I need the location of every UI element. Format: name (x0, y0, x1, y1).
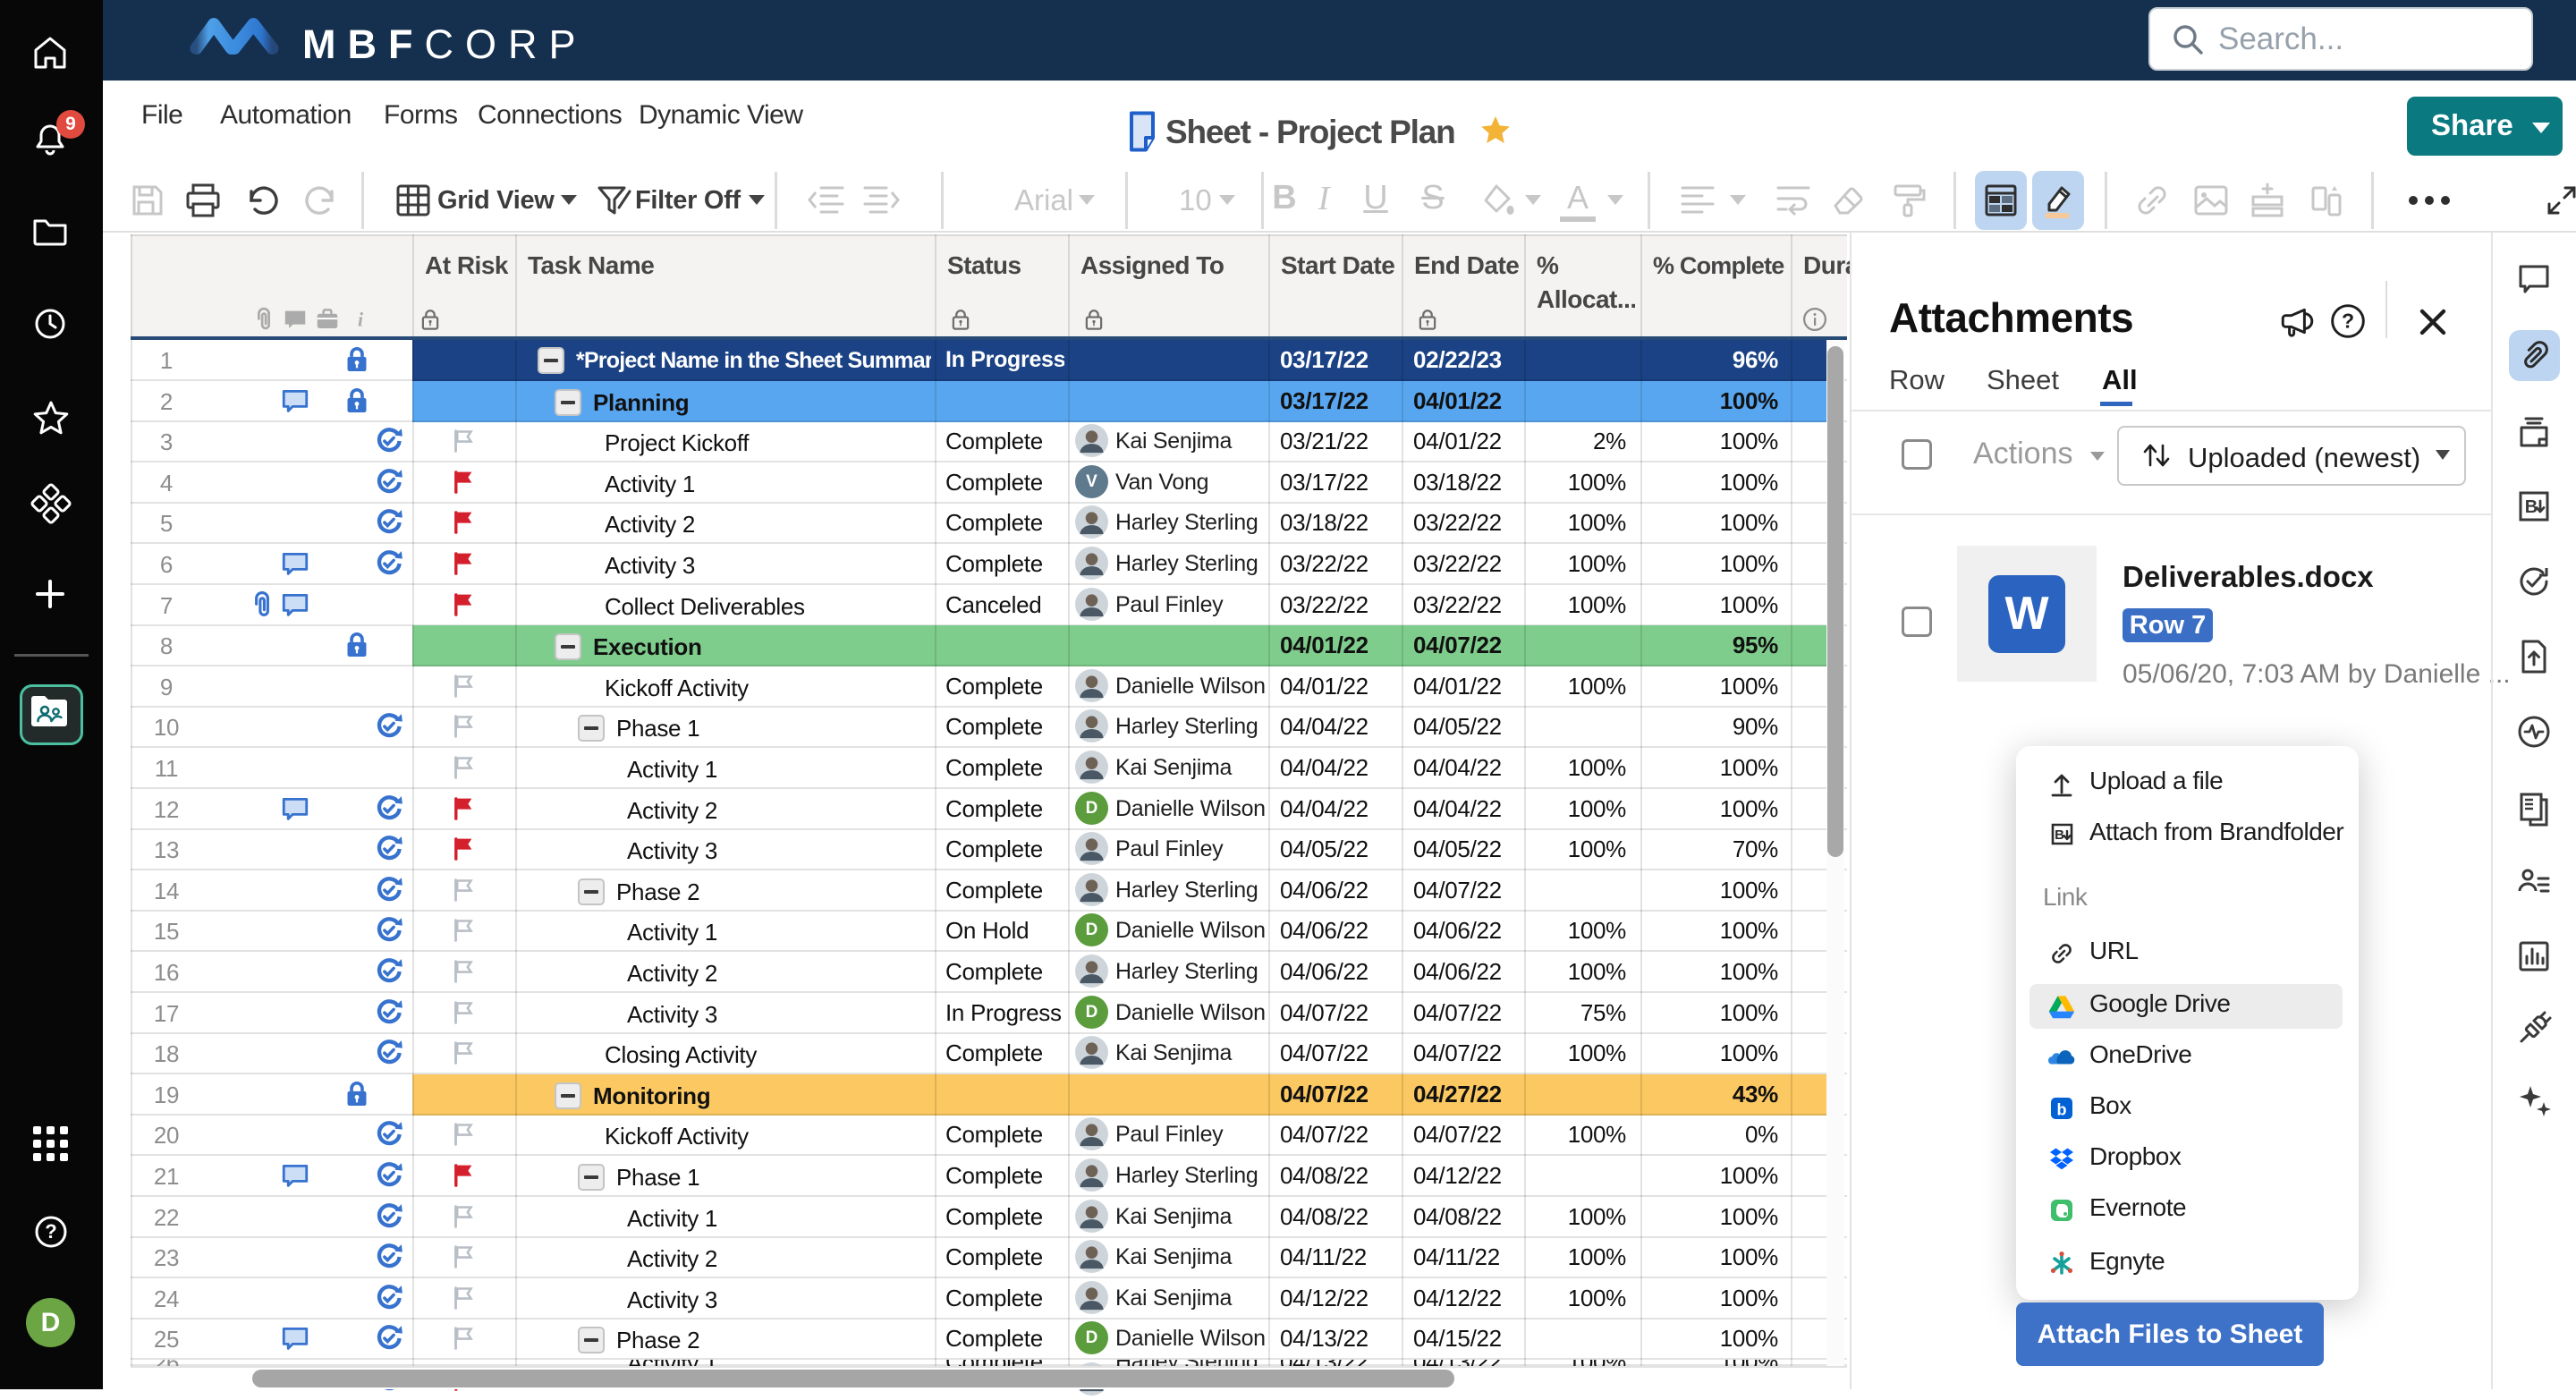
svg-text:B: B (2055, 827, 2064, 843)
svg-text:i: i (358, 310, 363, 331)
svg-text:b: b (2057, 1101, 2067, 1119)
svg-text:?: ? (2342, 309, 2354, 332)
svg-text:?: ? (45, 1220, 56, 1243)
